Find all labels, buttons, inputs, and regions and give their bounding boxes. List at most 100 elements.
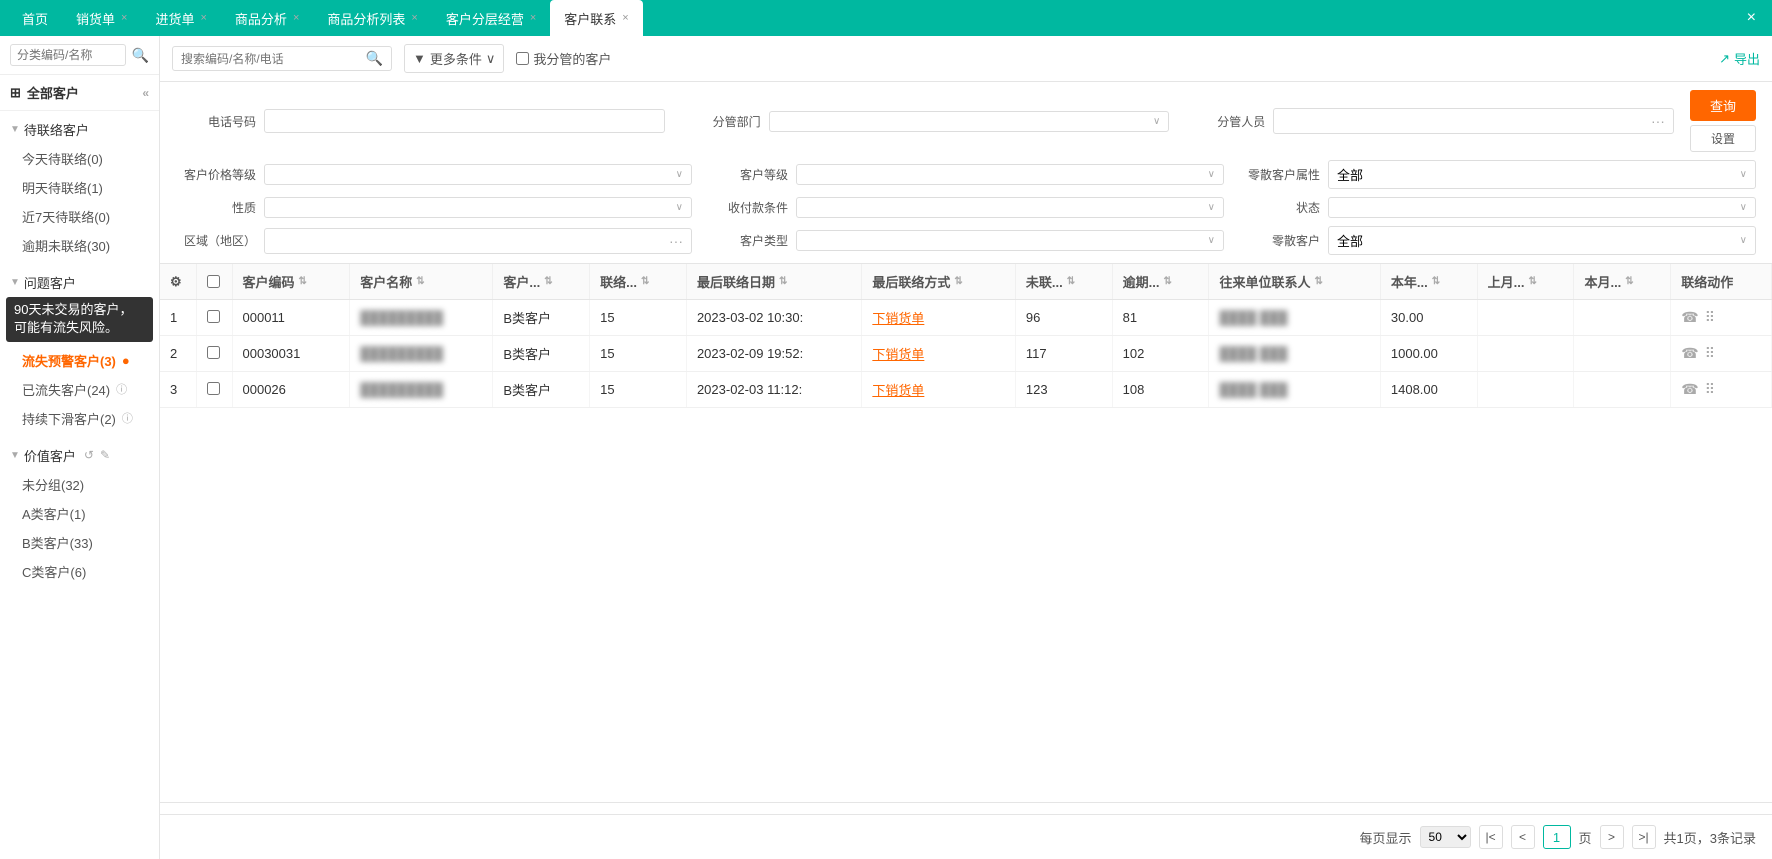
search-btn[interactable]: 🔍	[366, 50, 383, 67]
more-action-icon[interactable]: ⠿	[1705, 345, 1715, 362]
cell-checkbox[interactable]	[196, 336, 232, 372]
sidebar-item-ungrouped[interactable]: 未分组(32)	[0, 470, 159, 499]
row-checkbox[interactable]	[207, 310, 220, 323]
filter-manager-select[interactable]: ···	[1273, 108, 1674, 134]
my-customers-checkbox[interactable]	[516, 52, 529, 65]
th-last-method[interactable]: 最后联络方式 ⇅	[862, 264, 1016, 300]
group-pending-contact-title[interactable]: ▼ 待联络客户	[0, 115, 159, 144]
filter-nature-select[interactable]: ∨	[264, 197, 692, 218]
sidebar-item-class-c[interactable]: C类客户(6)	[0, 557, 159, 586]
collapse-icon: «	[142, 86, 149, 100]
export-icon: ↗	[1719, 51, 1730, 67]
sidebar-item-today[interactable]: 今天待联络(0)	[0, 144, 159, 173]
th-code[interactable]: 客户编码 ⇅	[232, 264, 350, 300]
last-page-btn[interactable]: >|	[1632, 825, 1656, 849]
contact-action-icon[interactable]: ☎	[1681, 381, 1698, 398]
sidebar-item-churn-warning[interactable]: 流失预警客户(3) ●	[0, 346, 159, 375]
tab-home[interactable]: 首页	[8, 0, 62, 36]
sidebar-item-7days[interactable]: 近7天待联络(0)	[0, 202, 159, 231]
first-page-btn[interactable]: |<	[1479, 825, 1503, 849]
settings-col-icon: ⚙	[170, 274, 182, 290]
my-customers-checkbox-label[interactable]: 我分管的客户	[516, 49, 611, 68]
sidebar-item-tomorrow[interactable]: 明天待联络(1)	[0, 173, 159, 202]
filter-region-select[interactable]: ···	[264, 228, 692, 254]
row-checkbox[interactable]	[207, 346, 220, 359]
per-page-select[interactable]: 50 100	[1420, 826, 1471, 848]
more-filters-btn[interactable]: ▼ 更多条件 ∨	[404, 44, 504, 73]
sidebar-item-overdue[interactable]: 逾期未联络(30)	[0, 231, 159, 260]
sidebar-search-input[interactable]	[10, 44, 126, 66]
th-last-month[interactable]: 上月... ⇅	[1477, 264, 1574, 300]
filter-zero-customer-select[interactable]: 全部 ∨	[1328, 226, 1756, 255]
cell-this-year: 30.00	[1380, 300, 1477, 336]
chevron-zero-customer-icon: ∨	[1740, 235, 1747, 246]
cell-checkbox[interactable]	[196, 300, 232, 336]
sidebar-item-declining[interactable]: 持续下滑客户(2) ⓘ	[0, 404, 159, 433]
th-type[interactable]: 客户... ⇅	[493, 264, 590, 300]
group-value-customers-title[interactable]: ▼ 价值客户 ↺ ✎	[0, 441, 159, 470]
sidebar-item-class-a[interactable]: A类客户(1)	[0, 499, 159, 528]
h-scrollbar[interactable]	[160, 802, 1772, 814]
tab-customer-contact[interactable]: 客户联系 ×	[550, 0, 642, 36]
filter-price-level-select[interactable]: ∨	[264, 164, 692, 185]
sort-uncontacted-icon: ⇅	[1067, 276, 1075, 287]
filter-status-select[interactable]: ∨	[1328, 197, 1756, 218]
search-input[interactable]	[181, 52, 360, 66]
select-all-checkbox[interactable]	[207, 275, 220, 288]
tab-purchase-order[interactable]: 进货单 ×	[141, 0, 220, 36]
sidebar-item-churned[interactable]: 已流失客户(24) ⓘ	[0, 375, 159, 404]
cell-last-method: 下销货单	[862, 336, 1016, 372]
sidebar-item-class-b[interactable]: B类客户(33)	[0, 528, 159, 557]
global-close-btn[interactable]: ×	[1739, 9, 1764, 27]
more-icon[interactable]: ···	[1651, 113, 1665, 129]
th-this-year[interactable]: 本年... ⇅	[1380, 264, 1477, 300]
export-btn[interactable]: ↗ 导出	[1719, 49, 1760, 68]
filter-zero-attr-select[interactable]: 全部 ∨	[1328, 160, 1756, 189]
contact-action-icon[interactable]: ☎	[1681, 345, 1698, 362]
close-purchase-order[interactable]: ×	[200, 12, 206, 24]
th-name[interactable]: 客户名称 ⇅	[350, 264, 493, 300]
more-region-icon[interactable]: ···	[669, 233, 683, 249]
prev-page-btn[interactable]: <	[1511, 825, 1535, 849]
close-product-analysis[interactable]: ×	[293, 12, 299, 24]
refresh-icon[interactable]: ↺	[84, 448, 94, 462]
contact-action-icon[interactable]: ☎	[1681, 309, 1698, 326]
query-button[interactable]: 查询	[1690, 90, 1756, 121]
tab-product-analysis-list[interactable]: 商品分析列表 ×	[313, 0, 431, 36]
sidebar-search-icon[interactable]: 🔍	[132, 47, 149, 64]
filter-customer-level-select[interactable]: ∨	[796, 164, 1224, 185]
settings-button[interactable]: 设置	[1690, 125, 1756, 152]
more-action-icon[interactable]: ⠿	[1705, 381, 1715, 398]
tab-customer-layering[interactable]: 客户分层经营 ×	[432, 0, 550, 36]
cell-checkbox[interactable]	[196, 372, 232, 408]
cell-contact: 15	[590, 372, 687, 408]
th-uncontacted[interactable]: 未联... ⇅	[1015, 264, 1112, 300]
filter-phone-input[interactable]	[264, 109, 665, 133]
next-page-btn[interactable]: >	[1600, 825, 1624, 849]
tab-product-analysis[interactable]: 商品分析 ×	[221, 0, 313, 36]
more-action-icon[interactable]: ⠿	[1705, 309, 1715, 326]
tab-sales-order[interactable]: 销货单 ×	[62, 0, 141, 36]
close-customer-layering[interactable]: ×	[530, 12, 536, 24]
filter-manager: 分管人员 ···	[1185, 108, 1674, 134]
filter-dept-select[interactable]: ∨	[769, 111, 1170, 132]
close-product-analysis-list[interactable]: ×	[411, 12, 417, 24]
all-customers-item[interactable]: ⊞ 全部客户 «	[0, 75, 159, 111]
group-problem-customers-title[interactable]: ▼ 问题客户	[0, 268, 159, 297]
close-customer-contact[interactable]: ×	[622, 12, 628, 24]
th-this-month[interactable]: 本月... ⇅	[1574, 264, 1671, 300]
th-settings[interactable]: ⚙	[160, 264, 196, 300]
th-unit-contact[interactable]: 往来单位联系人 ⇅	[1209, 264, 1380, 300]
row-checkbox[interactable]	[207, 382, 220, 395]
th-contact[interactable]: 联络... ⇅	[590, 264, 687, 300]
sort-name-icon: ⇅	[416, 276, 424, 287]
filter-customer-type-select[interactable]: ∨	[796, 230, 1224, 251]
cell-last-date: 2023-03-02 10:30:	[686, 300, 861, 336]
sort-unit-icon: ⇅	[1314, 276, 1322, 287]
filter-payment-select[interactable]: ∨	[796, 197, 1224, 218]
th-overdue[interactable]: 逾期... ⇅	[1112, 264, 1209, 300]
th-last-date[interactable]: 最后联络日期 ⇅	[686, 264, 861, 300]
edit-icon[interactable]: ✎	[100, 448, 110, 462]
close-sales-order[interactable]: ×	[121, 12, 127, 24]
th-checkbox[interactable]	[196, 264, 232, 300]
